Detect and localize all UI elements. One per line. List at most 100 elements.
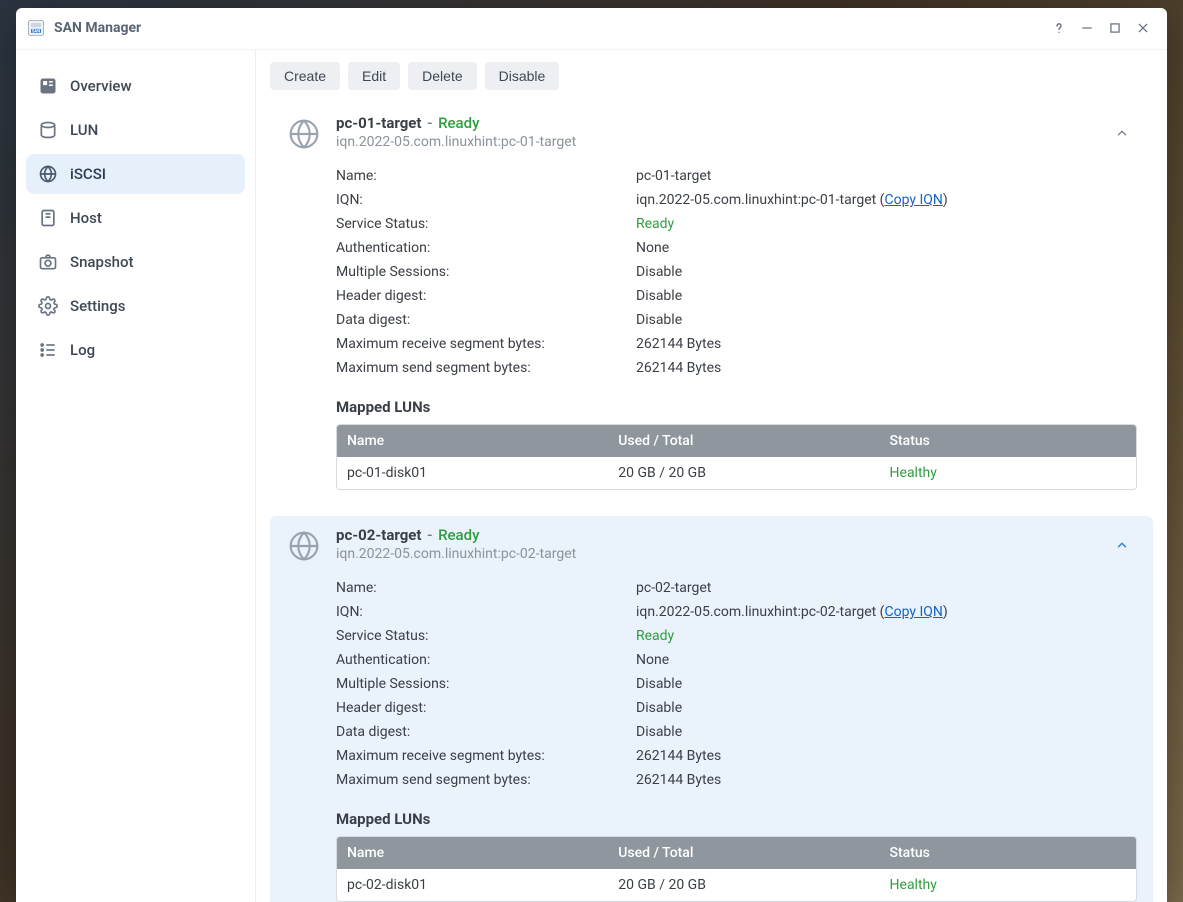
- globe-icon: [286, 528, 322, 564]
- target-iqn: iqn.2022-05.com.linuxhint:pc-02-target: [336, 546, 1137, 562]
- prop-value-max-recv: 262144 Bytes: [636, 748, 1137, 764]
- lun-status: Healthy: [880, 869, 1136, 901]
- sidebar-item-label: Snapshot: [70, 253, 134, 271]
- lun-name: pc-02-disk01: [337, 869, 608, 901]
- sidebar-item-settings[interactable]: Settings: [26, 286, 245, 326]
- mapped-luns-table: Name Used / Total Status pc-01-disk01 20…: [336, 424, 1137, 490]
- prop-label-max-recv: Maximum receive segment bytes:: [336, 336, 636, 352]
- list-icon: [38, 340, 58, 360]
- close-button[interactable]: [1129, 14, 1157, 42]
- target-header: pc-01-target - Ready iqn.2022-05.com.lin…: [286, 114, 1137, 152]
- lun-col-name: Name: [337, 425, 608, 457]
- sidebar-item-label: Host: [70, 209, 102, 227]
- prop-value-authentication: None: [636, 652, 1137, 668]
- prop-value-data-digest: Disable: [636, 724, 1137, 740]
- titlebar: SAN SAN Manager: [16, 8, 1167, 49]
- target-name-line: pc-01-target - Ready: [336, 114, 1137, 132]
- dashboard-icon: [38, 76, 58, 96]
- prop-value-iqn: iqn.2022-05.com.linuxhint:pc-02-target (…: [636, 604, 1137, 620]
- maximize-button[interactable]: [1101, 14, 1129, 42]
- lun-col-status: Status: [880, 837, 1136, 869]
- sidebar-item-label: Settings: [70, 297, 126, 315]
- help-button[interactable]: [1045, 14, 1073, 42]
- delete-button[interactable]: Delete: [408, 62, 476, 90]
- gear-icon: [38, 296, 58, 316]
- prop-value-max-send: 262144 Bytes: [636, 360, 1137, 376]
- prop-value-service-status: Ready: [636, 216, 1137, 232]
- copy-iqn-link[interactable]: Copy IQN: [884, 192, 942, 208]
- target-properties: Name:pc-01-target IQN:iqn.2022-05.com.li…: [336, 164, 1137, 380]
- lun-col-name: Name: [337, 837, 608, 869]
- target-properties: Name:pc-02-target IQN:iqn.2022-05.com.li…: [336, 576, 1137, 792]
- lun-col-used: Used / Total: [608, 837, 879, 869]
- create-button[interactable]: Create: [270, 62, 340, 90]
- prop-label-name: Name:: [336, 168, 636, 184]
- target-card[interactable]: pc-02-target - Ready iqn.2022-05.com.lin…: [270, 516, 1153, 902]
- lun-name: pc-01-disk01: [337, 457, 608, 489]
- prop-label-name: Name:: [336, 580, 636, 596]
- san-manager-window: SAN SAN Manager: [16, 8, 1167, 902]
- prop-label-iqn: IQN:: [336, 604, 636, 620]
- collapse-toggle[interactable]: [1113, 124, 1131, 142]
- disk-icon: [38, 120, 58, 140]
- collapse-toggle[interactable]: [1113, 536, 1131, 554]
- lun-used-total: 20 GB / 20 GB: [608, 457, 879, 489]
- lun-row[interactable]: pc-02-disk01 20 GB / 20 GB Healthy: [337, 869, 1136, 901]
- sidebar-item-lun[interactable]: LUN: [26, 110, 245, 150]
- edit-button[interactable]: Edit: [348, 62, 400, 90]
- svg-text:SAN: SAN: [32, 29, 40, 34]
- disable-button[interactable]: Disable: [485, 62, 560, 90]
- mapped-luns-table: Name Used / Total Status pc-02-disk01 20…: [336, 836, 1137, 902]
- sidebar-item-label: iSCSI: [70, 165, 106, 183]
- prop-label-multiple-sessions: Multiple Sessions:: [336, 264, 636, 280]
- host-icon: [38, 208, 58, 228]
- prop-label-multiple-sessions: Multiple Sessions:: [336, 676, 636, 692]
- prop-label-max-recv: Maximum receive segment bytes:: [336, 748, 636, 764]
- camera-icon: [38, 252, 58, 272]
- prop-value-data-digest: Disable: [636, 312, 1137, 328]
- copy-iqn-link[interactable]: Copy IQN: [884, 604, 942, 620]
- target-name-line: pc-02-target - Ready: [336, 526, 1137, 544]
- sidebar-item-label: Log: [70, 341, 95, 359]
- target-card[interactable]: pc-01-target - Ready iqn.2022-05.com.lin…: [270, 104, 1153, 506]
- prop-label-iqn: IQN:: [336, 192, 636, 208]
- lun-table-header: Name Used / Total Status: [337, 837, 1136, 869]
- prop-label-service-status: Service Status:: [336, 216, 636, 232]
- prop-label-max-send: Maximum send segment bytes:: [336, 360, 636, 376]
- target-iqn: iqn.2022-05.com.linuxhint:pc-01-target: [336, 134, 1137, 150]
- prop-label-authentication: Authentication:: [336, 652, 636, 668]
- prop-label-header-digest: Header digest:: [336, 700, 636, 716]
- prop-value-multiple-sessions: Disable: [636, 676, 1137, 692]
- prop-value-max-send: 262144 Bytes: [636, 772, 1137, 788]
- lun-col-used: Used / Total: [608, 425, 879, 457]
- window-title: SAN Manager: [54, 20, 1045, 36]
- main-content: Create Edit Delete Disable pc-01-target: [256, 50, 1167, 902]
- target-status: Ready: [438, 526, 479, 544]
- target-name: pc-01-target: [336, 114, 422, 132]
- prop-value-iqn: iqn.2022-05.com.linuxhint:pc-01-target (…: [636, 192, 1137, 208]
- prop-value-authentication: None: [636, 240, 1137, 256]
- sidebar-item-label: Overview: [70, 77, 132, 95]
- prop-value-max-recv: 262144 Bytes: [636, 336, 1137, 352]
- sidebar-item-iscsi[interactable]: iSCSI: [26, 154, 245, 194]
- prop-label-service-status: Service Status:: [336, 628, 636, 644]
- lun-row[interactable]: pc-01-disk01 20 GB / 20 GB Healthy: [337, 457, 1136, 489]
- sidebar-item-host[interactable]: Host: [26, 198, 245, 238]
- prop-value-service-status: Ready: [636, 628, 1137, 644]
- target-header: pc-02-target - Ready iqn.2022-05.com.lin…: [286, 526, 1137, 564]
- sidebar-item-overview[interactable]: Overview: [26, 66, 245, 106]
- target-name: pc-02-target: [336, 526, 422, 544]
- sidebar-item-label: LUN: [70, 121, 98, 139]
- sidebar-item-snapshot[interactable]: Snapshot: [26, 242, 245, 282]
- prop-value-multiple-sessions: Disable: [636, 264, 1137, 280]
- mapped-luns-title: Mapped LUNs: [336, 398, 1137, 416]
- sidebar-item-log[interactable]: Log: [26, 330, 245, 370]
- prop-value-header-digest: Disable: [636, 700, 1137, 716]
- prop-label-data-digest: Data digest:: [336, 312, 636, 328]
- globe-icon: [286, 116, 322, 152]
- app-icon: SAN: [26, 18, 46, 38]
- lun-col-status: Status: [880, 425, 1136, 457]
- minimize-button[interactable]: [1073, 14, 1101, 42]
- prop-label-authentication: Authentication:: [336, 240, 636, 256]
- prop-value-name: pc-01-target: [636, 168, 1137, 184]
